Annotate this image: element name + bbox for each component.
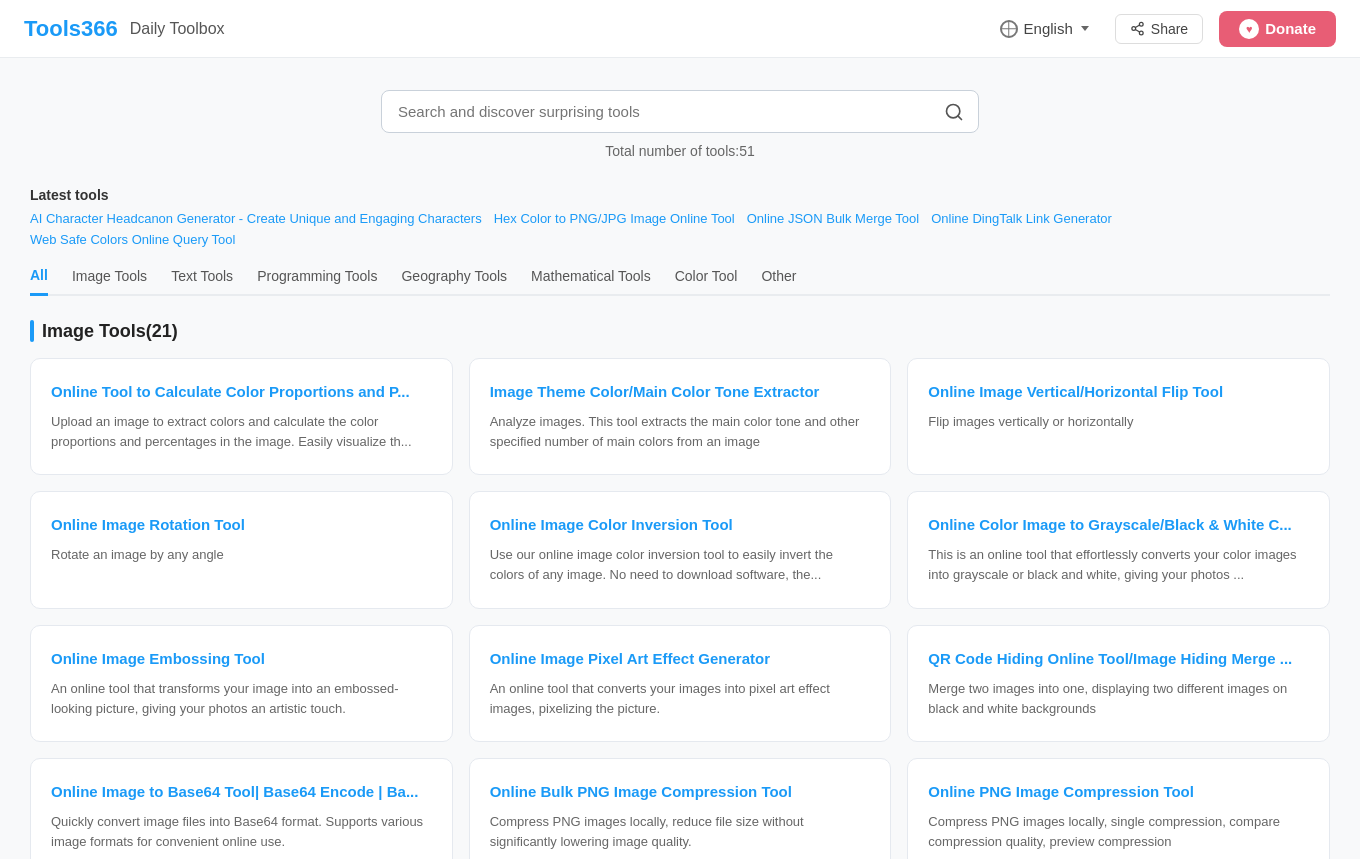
latest-link-1[interactable]: AI Character Headcanon Generator - Creat… xyxy=(30,211,482,226)
svg-line-4 xyxy=(1135,25,1139,27)
search-input[interactable] xyxy=(382,91,930,132)
donate-label: Donate xyxy=(1265,20,1316,37)
tool-card-title-4: Online Image Color Inversion Tool xyxy=(490,514,871,535)
tab-text-tools[interactable]: Text Tools xyxy=(171,268,233,296)
tool-card-title-2: Online Image Vertical/Horizontal Flip To… xyxy=(928,381,1309,402)
header: Tools366 Daily Toolbox English Share ♥ D… xyxy=(0,0,1360,58)
tool-card-title-8: QR Code Hiding Online Tool/Image Hiding … xyxy=(928,648,1309,669)
latest-tools-links: AI Character Headcanon Generator - Creat… xyxy=(30,211,1330,247)
ko-fi-icon: ♥ xyxy=(1239,19,1259,39)
latest-link-2[interactable]: Hex Color to PNG/JPG Image Online Tool xyxy=(494,211,735,226)
tool-card-desc-2: Flip images vertically or horizontally xyxy=(928,412,1309,432)
latest-tools-section: Latest tools AI Character Headcanon Gene… xyxy=(30,187,1330,247)
daily-toolbox-label: Daily Toolbox xyxy=(130,20,225,38)
search-box xyxy=(381,90,979,133)
tool-card-title-11: Online PNG Image Compression Tool xyxy=(928,781,1309,802)
tool-card-desc-6: An online tool that transforms your imag… xyxy=(51,679,432,719)
tool-card-title-1: Image Theme Color/Main Color Tone Extrac… xyxy=(490,381,871,402)
chevron-down-icon xyxy=(1081,26,1089,31)
tab-image-tools[interactable]: Image Tools xyxy=(72,268,147,296)
tool-card-desc-0: Upload an image to extract colors and ca… xyxy=(51,412,432,452)
tool-card-3[interactable]: Online Image Rotation Tool Rotate an ima… xyxy=(30,491,453,608)
tool-card-desc-11: Compress PNG images locally, single comp… xyxy=(928,812,1309,852)
header-actions: English Share ♥ Donate xyxy=(990,11,1336,47)
tool-card-title-0: Online Tool to Calculate Color Proportio… xyxy=(51,381,432,402)
tool-card-desc-9: Quickly convert image files into Base64 … xyxy=(51,812,432,852)
main-content: Total number of tools:51 Latest tools AI… xyxy=(10,58,1350,859)
globe-icon xyxy=(1000,20,1018,38)
tool-card-desc-5: This is an online tool that effortlessly… xyxy=(928,545,1309,585)
share-label: Share xyxy=(1151,21,1188,37)
tool-card-desc-4: Use our online image color inversion too… xyxy=(490,545,871,585)
tool-grid: Online Tool to Calculate Color Proportio… xyxy=(30,358,1330,859)
language-button[interactable]: English xyxy=(990,14,1099,44)
share-button[interactable]: Share xyxy=(1115,14,1203,44)
share-icon xyxy=(1130,21,1145,36)
tool-card-4[interactable]: Online Image Color Inversion Tool Use ou… xyxy=(469,491,892,608)
tool-card-0[interactable]: Online Tool to Calculate Color Proportio… xyxy=(30,358,453,475)
tool-card-title-9: Online Image to Base64 Tool| Base64 Enco… xyxy=(51,781,432,802)
tool-card-7[interactable]: Online Image Pixel Art Effect Generator … xyxy=(469,625,892,742)
tab-all[interactable]: All xyxy=(30,267,48,296)
tab-programming-tools[interactable]: Programming Tools xyxy=(257,268,377,296)
tool-card-title-6: Online Image Embossing Tool xyxy=(51,648,432,669)
image-tools-section-header: Image Tools(21) xyxy=(30,320,1330,342)
tool-card-11[interactable]: Online PNG Image Compression Tool Compre… xyxy=(907,758,1330,859)
tab-geography-tools[interactable]: Geography Tools xyxy=(401,268,507,296)
search-button[interactable] xyxy=(930,92,978,132)
tool-card-5[interactable]: Online Color Image to Grayscale/Black & … xyxy=(907,491,1330,608)
tool-card-6[interactable]: Online Image Embossing Tool An online to… xyxy=(30,625,453,742)
tool-card-2[interactable]: Online Image Vertical/Horizontal Flip To… xyxy=(907,358,1330,475)
language-label: English xyxy=(1024,20,1073,37)
tool-card-desc-1: Analyze images. This tool extracts the m… xyxy=(490,412,871,452)
tab-other[interactable]: Other xyxy=(761,268,796,296)
search-section: Total number of tools:51 xyxy=(30,90,1330,159)
tab-color-tool[interactable]: Color Tool xyxy=(675,268,738,296)
image-tools-title: Image Tools(21) xyxy=(42,321,178,342)
tab-mathematical-tools[interactable]: Mathematical Tools xyxy=(531,268,651,296)
tool-card-title-7: Online Image Pixel Art Effect Generator xyxy=(490,648,871,669)
tool-card-9[interactable]: Online Image to Base64 Tool| Base64 Enco… xyxy=(30,758,453,859)
logo-link[interactable]: Tools366 Daily Toolbox xyxy=(24,16,225,42)
tool-card-title-10: Online Bulk PNG Image Compression Tool xyxy=(490,781,871,802)
section-accent-bar xyxy=(30,320,34,342)
tool-card-desc-3: Rotate an image by any angle xyxy=(51,545,432,565)
tool-card-title-3: Online Image Rotation Tool xyxy=(51,514,432,535)
filter-tabs: All Image Tools Text Tools Programming T… xyxy=(30,267,1330,296)
latest-tools-label: Latest tools xyxy=(30,187,1330,203)
tool-card-desc-10: Compress PNG images locally, reduce file… xyxy=(490,812,871,852)
latest-link-3[interactable]: Online JSON Bulk Merge Tool xyxy=(747,211,919,226)
donate-button[interactable]: ♥ Donate xyxy=(1219,11,1336,47)
search-icon xyxy=(944,102,964,122)
svg-line-3 xyxy=(1135,29,1139,31)
logo-text: Tools366 xyxy=(24,16,118,42)
tools-count: Total number of tools:51 xyxy=(605,143,754,159)
svg-line-6 xyxy=(958,115,962,119)
tool-card-10[interactable]: Online Bulk PNG Image Compression Tool C… xyxy=(469,758,892,859)
tool-card-desc-8: Merge two images into one, displaying tw… xyxy=(928,679,1309,719)
tool-card-8[interactable]: QR Code Hiding Online Tool/Image Hiding … xyxy=(907,625,1330,742)
tool-card-1[interactable]: Image Theme Color/Main Color Tone Extrac… xyxy=(469,358,892,475)
latest-link-5[interactable]: Web Safe Colors Online Query Tool xyxy=(30,232,235,247)
latest-link-4[interactable]: Online DingTalk Link Generator xyxy=(931,211,1112,226)
tool-card-desc-7: An online tool that converts your images… xyxy=(490,679,871,719)
tool-card-title-5: Online Color Image to Grayscale/Black & … xyxy=(928,514,1309,535)
